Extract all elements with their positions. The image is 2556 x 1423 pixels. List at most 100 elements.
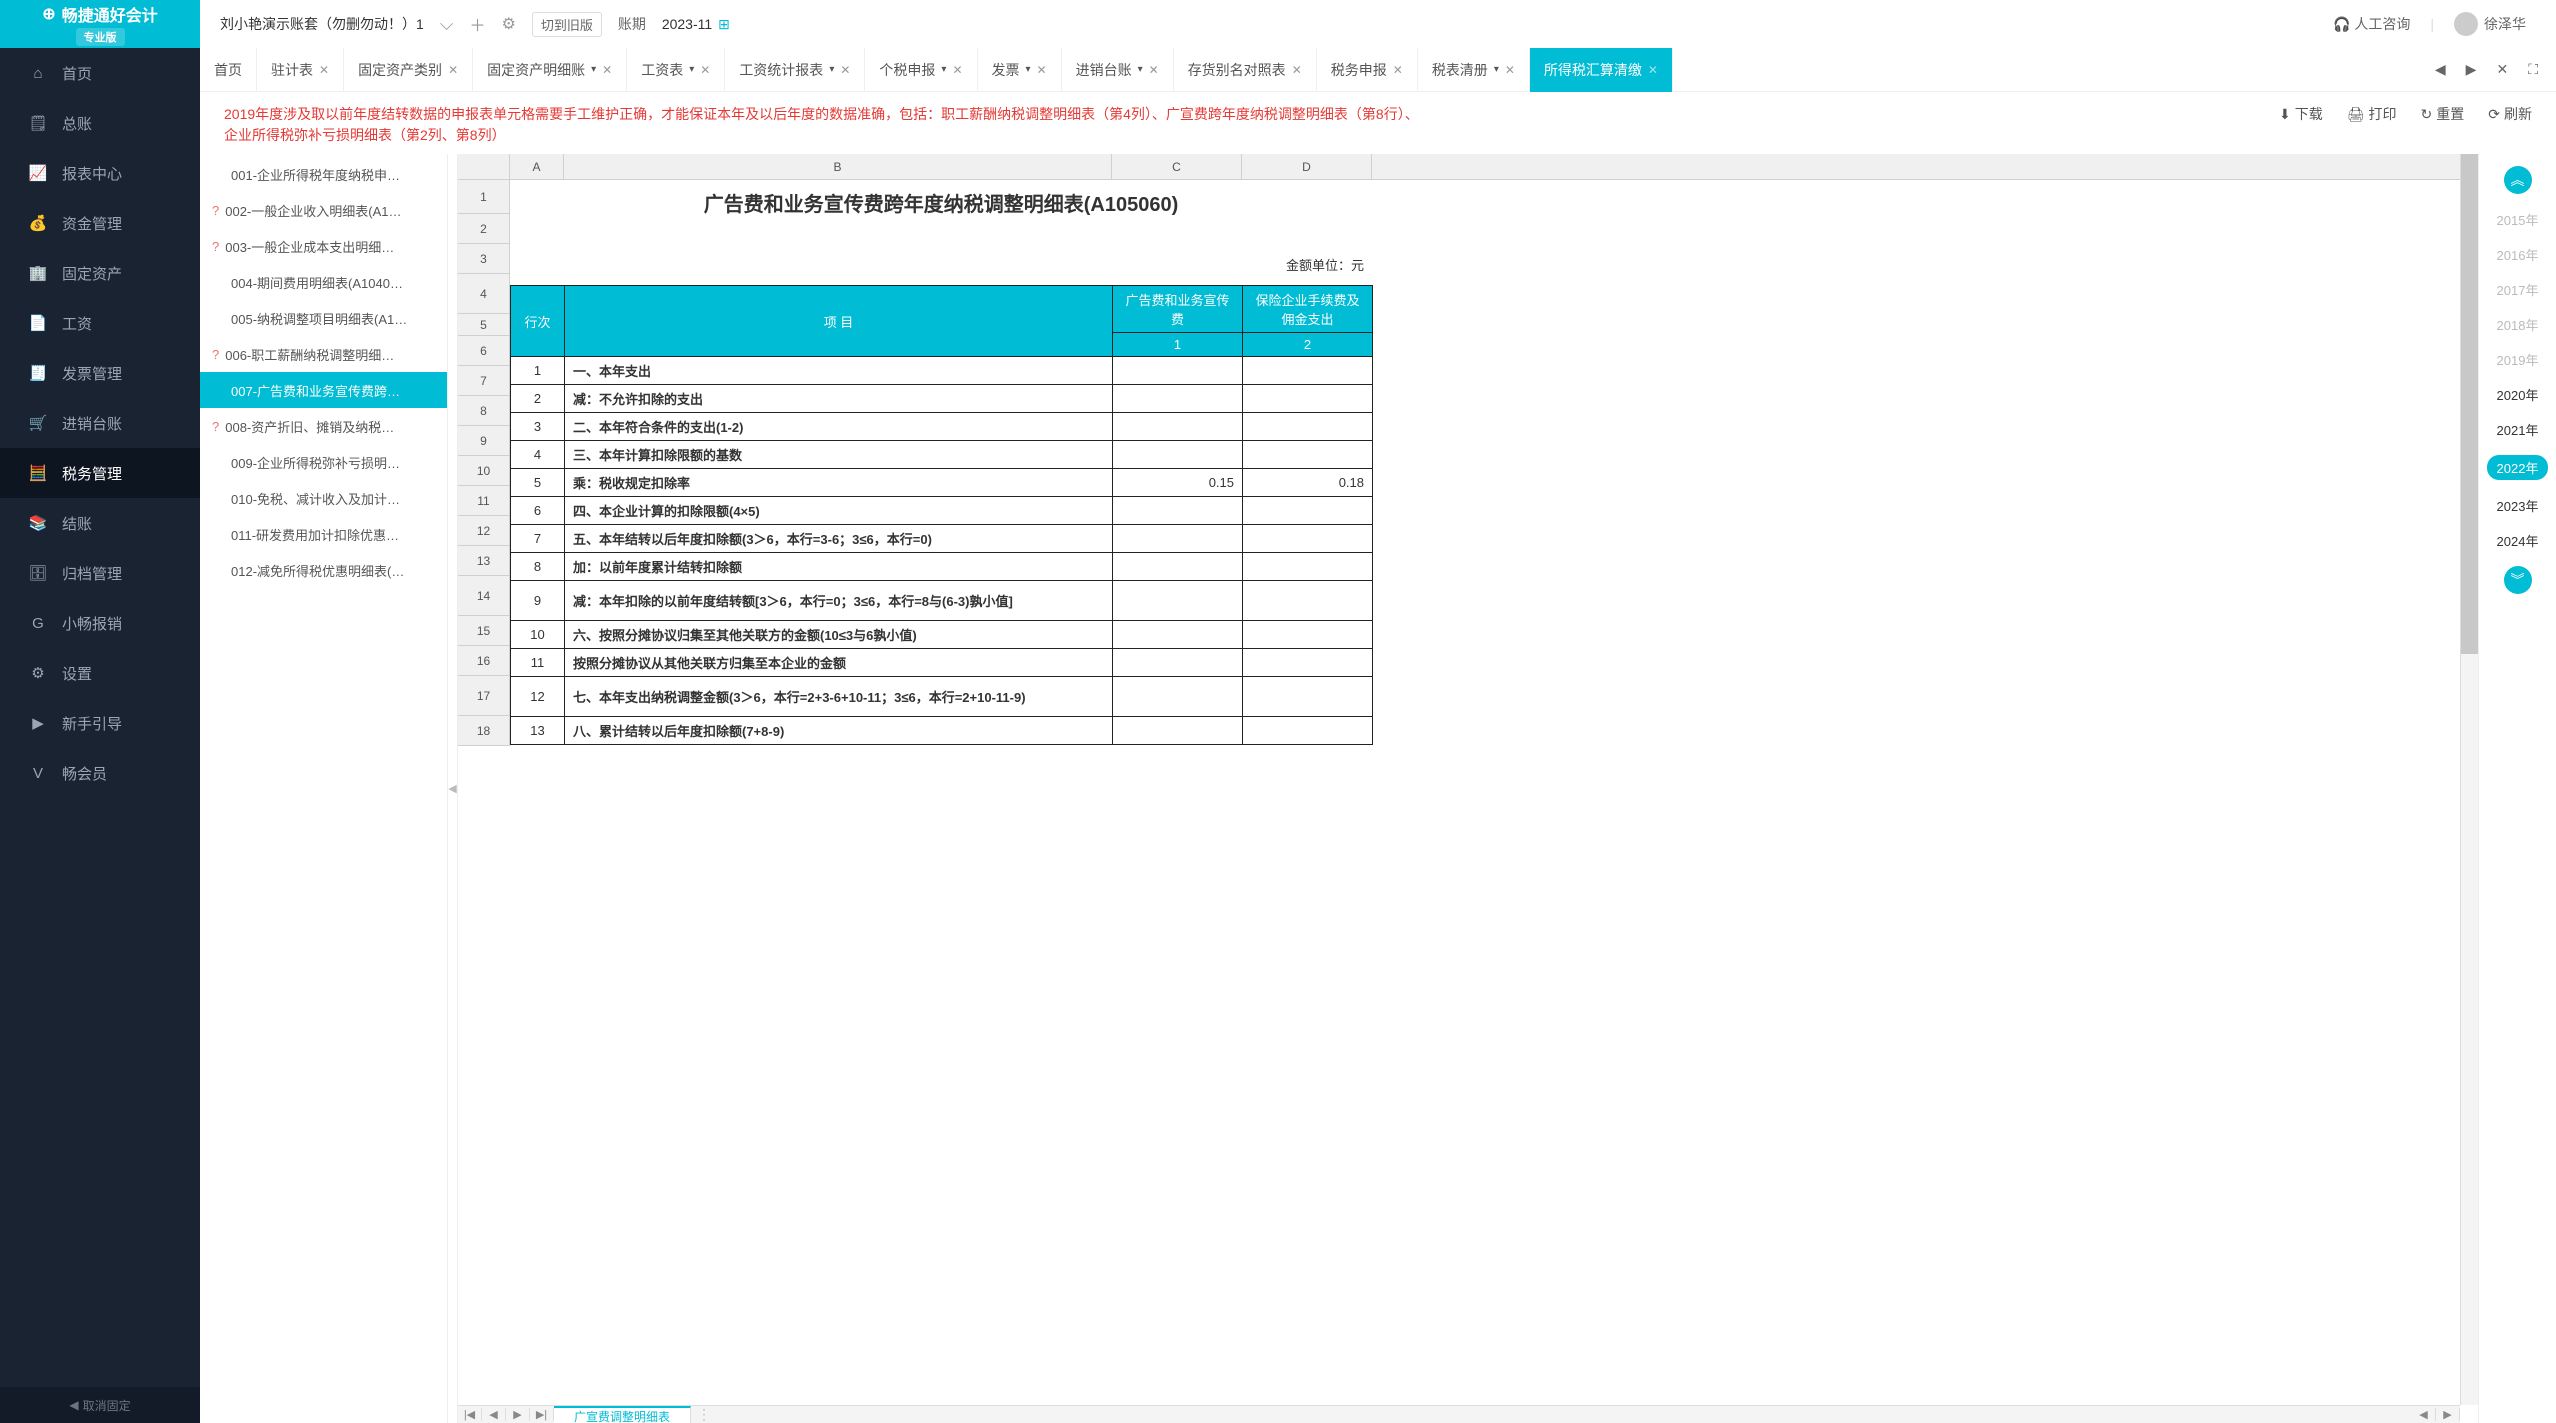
year-2024年[interactable]: 2024年	[2497, 531, 2539, 550]
sidebar-item-14[interactable]: V畅会员	[0, 748, 200, 798]
cell-col2[interactable]	[1243, 441, 1373, 469]
tab-close-icon[interactable]: ✕	[1037, 63, 1047, 77]
tab-0[interactable]: 首页	[200, 48, 257, 92]
row-header-11[interactable]: 11	[458, 486, 510, 516]
cell-col1[interactable]	[1113, 553, 1243, 581]
tab-6[interactable]: 个税申报▾✕	[865, 48, 977, 92]
tab-close-icon[interactable]: ✕	[1648, 63, 1658, 77]
sidebar-item-8[interactable]: 🧮税务管理	[0, 448, 200, 498]
cell-col2[interactable]	[1243, 357, 1373, 385]
tab-close-icon[interactable]: ✕	[840, 63, 850, 77]
sheet-nav-prev-icon[interactable]: ◀	[482, 1408, 506, 1421]
row-header-6[interactable]: 6	[458, 336, 510, 366]
report-item-1[interactable]: ?002-一般企业收入明细表(A1…	[200, 192, 447, 228]
cell-col1[interactable]	[1113, 357, 1243, 385]
tab-3[interactable]: 固定资产明细账▾✕	[473, 48, 627, 92]
sidebar-item-5[interactable]: 📄工资	[0, 298, 200, 348]
year-2023年[interactable]: 2023年	[2497, 496, 2539, 515]
year-scroll-down-icon[interactable]: ︾	[2504, 566, 2532, 594]
switch-old-version-button[interactable]: 切到旧版	[532, 12, 602, 37]
report-item-8[interactable]: 009-企业所得税弥补亏损明…	[200, 444, 447, 480]
row-header-3[interactable]: 3	[458, 244, 510, 274]
cell-col1[interactable]	[1113, 525, 1243, 553]
cell-col1[interactable]	[1113, 581, 1243, 621]
tab-close-icon[interactable]: ✕	[1505, 63, 1515, 77]
row-header-13[interactable]: 13	[458, 546, 510, 576]
sidebar-item-6[interactable]: 🧾发票管理	[0, 348, 200, 398]
tab-close-icon[interactable]: ✕	[1393, 63, 1403, 77]
row-header-5[interactable]: 5	[458, 314, 510, 336]
col-header-C[interactable]: C	[1112, 154, 1242, 179]
download-button[interactable]: ⬇ 下载	[2279, 104, 2323, 124]
sidebar-item-13[interactable]: ▶新手引导	[0, 698, 200, 748]
cell-col1[interactable]	[1113, 649, 1243, 677]
sidebar-item-9[interactable]: 📚结账	[0, 498, 200, 548]
account-dropdown-icon[interactable]: ⌵	[440, 14, 454, 35]
report-item-4[interactable]: 005-纳税调整项目明细表(A1…	[200, 300, 447, 336]
sidebar-item-7[interactable]: 🛒进销台账	[0, 398, 200, 448]
col-header-D[interactable]: D	[1242, 154, 1372, 179]
row-header-18[interactable]: 18	[458, 716, 510, 746]
gear-icon[interactable]: ⚙	[501, 14, 515, 34]
cell-col1[interactable]	[1113, 497, 1243, 525]
col-header-A[interactable]: A	[510, 154, 564, 179]
cell-col2[interactable]: 0.18	[1243, 469, 1373, 497]
report-item-5[interactable]: ?006-职工薪酬纳税调整明细…	[200, 336, 447, 372]
splitter-handle[interactable]: ◀	[448, 154, 458, 1423]
report-item-6[interactable]: 007-广告费和业务宣传费跨…	[200, 372, 447, 408]
sidebar-item-10[interactable]: 🗄归档管理	[0, 548, 200, 598]
cell-col1[interactable]	[1113, 717, 1243, 745]
reset-button[interactable]: ↻ 重置	[2421, 104, 2465, 124]
report-item-3[interactable]: 004-期间费用明细表(A1040…	[200, 264, 447, 300]
row-header-14[interactable]: 14	[458, 576, 510, 616]
row-header-9[interactable]: 9	[458, 426, 510, 456]
cell-col2[interactable]	[1243, 553, 1373, 581]
year-2021年[interactable]: 2021年	[2497, 420, 2539, 439]
tab-8[interactable]: 进销台账▾✕	[1062, 48, 1174, 92]
cell-col1[interactable]	[1113, 677, 1243, 717]
sidebar-item-3[interactable]: 💰资金管理	[0, 198, 200, 248]
print-button[interactable]: 🖨 打印	[2347, 104, 2397, 124]
sheet-nav-next-icon[interactable]: ▶	[506, 1408, 530, 1421]
support-link[interactable]: 🎧 人工咨询	[2333, 14, 2410, 34]
year-2020年[interactable]: 2020年	[2497, 385, 2539, 404]
cell-col2[interactable]	[1243, 581, 1373, 621]
sheet-hscroll-right-icon[interactable]: ▶	[2436, 1408, 2460, 1421]
sheet-nav-first-icon[interactable]: |◀	[458, 1408, 482, 1421]
tab-10[interactable]: 税务申报✕	[1317, 48, 1418, 92]
row-header-1[interactable]: 1	[458, 180, 510, 214]
report-item-11[interactable]: 012-减免所得税优惠明细表(…	[200, 552, 447, 588]
cell-col1[interactable]	[1113, 413, 1243, 441]
row-header-15[interactable]: 15	[458, 616, 510, 646]
row-header-12[interactable]: 12	[458, 516, 510, 546]
tab-close-icon[interactable]: ✕	[448, 63, 458, 77]
tab-close-icon[interactable]: ✕	[1292, 63, 1302, 77]
row-header-17[interactable]: 17	[458, 676, 510, 716]
sidebar-item-4[interactable]: 🏢固定资产	[0, 248, 200, 298]
sidebar-item-0[interactable]: ⌂首页	[0, 48, 200, 98]
cell-col1[interactable]: 0.15	[1113, 469, 1243, 497]
tab-close-icon[interactable]: ✕	[319, 63, 329, 77]
cell-col2[interactable]	[1243, 621, 1373, 649]
report-item-7[interactable]: ?008-资产折旧、摊销及纳税…	[200, 408, 447, 444]
cell-col1[interactable]	[1113, 441, 1243, 469]
cell-col2[interactable]	[1243, 677, 1373, 717]
row-header-4[interactable]: 4	[458, 274, 510, 314]
cell-col2[interactable]	[1243, 385, 1373, 413]
user-menu[interactable]: 徐泽华	[2454, 12, 2526, 36]
sheet-nav-last-icon[interactable]: ▶|	[530, 1408, 554, 1421]
cell-col2[interactable]	[1243, 525, 1373, 553]
cell-col1[interactable]	[1113, 621, 1243, 649]
year-2022年[interactable]: 2022年	[2487, 455, 2549, 480]
tab-1[interactable]: 驻计表✕	[257, 48, 344, 92]
year-scroll-up-icon[interactable]: ︽	[2504, 166, 2532, 194]
cell-col1[interactable]	[1113, 385, 1243, 413]
tab-9[interactable]: 存货别名对照表✕	[1174, 48, 1317, 92]
tab-4[interactable]: 工资表▾✕	[627, 48, 725, 92]
tab-12[interactable]: 所得税汇算清缴✕	[1530, 48, 1673, 92]
tab-5[interactable]: 工资统计报表▾✕	[725, 48, 865, 92]
tab-close-icon[interactable]: ✕	[602, 63, 612, 77]
tabs-scroll-right-icon[interactable]: ▶	[2456, 61, 2487, 78]
cell-col2[interactable]	[1243, 497, 1373, 525]
tab-7[interactable]: 发票▾✕	[978, 48, 1062, 92]
